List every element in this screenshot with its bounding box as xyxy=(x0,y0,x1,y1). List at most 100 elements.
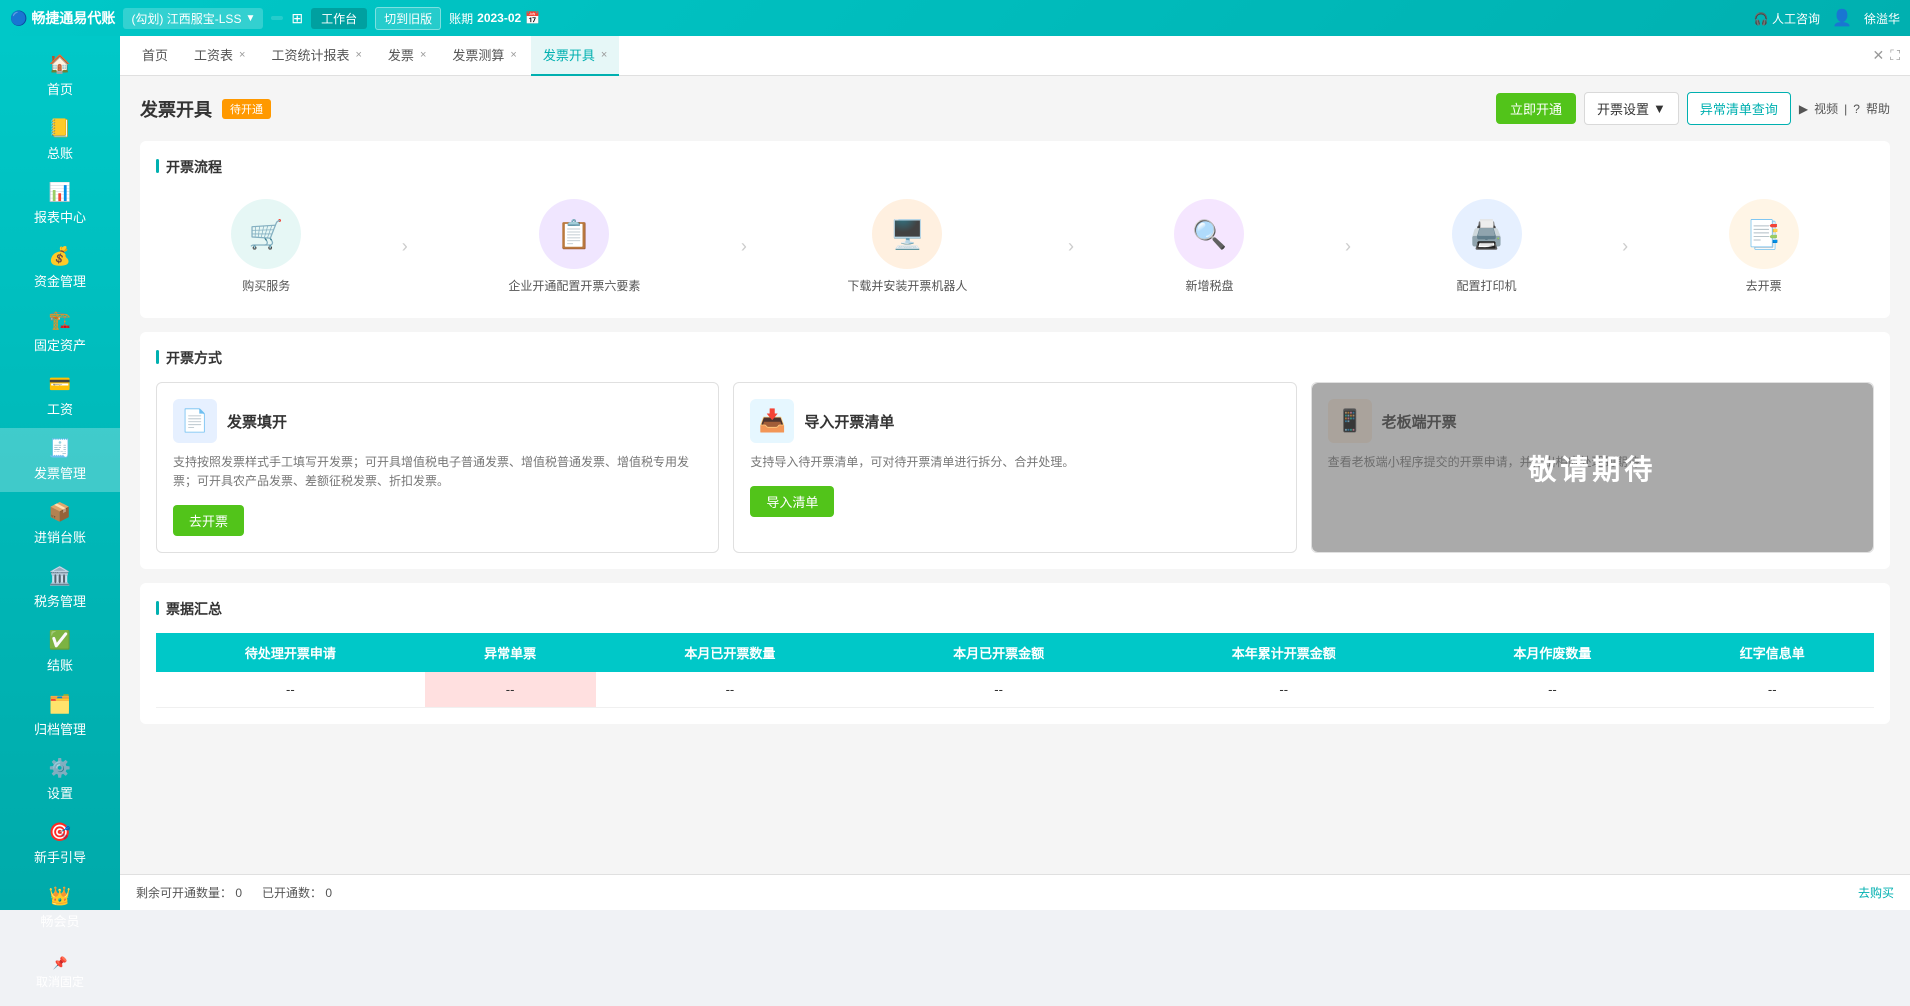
tab-close-invoice[interactable]: × xyxy=(420,49,426,61)
step-add-taxbox[interactable]: 🔍 新增税盘 xyxy=(1174,199,1244,294)
settings-dropdown-icon: ▼ xyxy=(1653,101,1666,116)
tab-salary-report[interactable]: 工资统计报表 × xyxy=(259,36,373,76)
step-label-issue-invoice: 去开票 xyxy=(1746,277,1782,294)
sidebar-label-salary: 工资 xyxy=(47,399,73,418)
sidebar-item-reports[interactable]: 📊 报表中心 xyxy=(0,172,120,236)
logo-icon: 🔵 xyxy=(10,10,27,27)
sidebar-item-archive[interactable]: 🗂️ 归档管理 xyxy=(0,684,120,748)
process-section: 开票流程 🛒 购买服务 › 📋 企业开通配置开票六要素 › 🖥️ 下载并安装开票… xyxy=(140,141,1890,318)
abnormal-query-button[interactable]: 异常清单查询 xyxy=(1687,92,1791,125)
step-icon-enterprise-setup: 📋 xyxy=(539,199,609,269)
sidebar-item-new-guide[interactable]: 🎯 新手引导 xyxy=(0,812,120,876)
open-now-button[interactable]: 立即开通 xyxy=(1496,93,1576,124)
help-label[interactable]: 帮助 xyxy=(1866,100,1890,117)
copy-button[interactable] xyxy=(271,16,283,20)
video-icon: ▶ xyxy=(1799,102,1808,116)
summary-cell-1: -- xyxy=(425,672,596,708)
step-buy-service[interactable]: 🛒 购买服务 xyxy=(231,199,301,294)
copy-icon[interactable]: ⊞ xyxy=(291,10,303,27)
oldver-button[interactable]: 切到旧版 xyxy=(375,7,441,30)
sidebar-pin-item[interactable]: 📌 取消固定 xyxy=(0,948,120,998)
step-icon-download-robot: 🖥️ xyxy=(872,199,942,269)
summary-cell-5: -- xyxy=(1434,672,1670,708)
company-dropdown-icon: ▼ xyxy=(245,13,255,24)
step-arrow-2: › xyxy=(1068,236,1074,257)
opened-value: 0 xyxy=(325,886,332,900)
sidebar-item-salary[interactable]: 💳 工资 xyxy=(0,364,120,428)
sidebar-item-general-ledger[interactable]: 📒 总账 xyxy=(0,108,120,172)
step-issue-invoice[interactable]: 📑 去开票 xyxy=(1729,199,1799,294)
sidebar-item-home[interactable]: 🏠 首页 xyxy=(0,44,120,108)
sidebar-label-fixed-assets: 固定资产 xyxy=(34,335,86,354)
fixed-assets-icon: 🏗️ xyxy=(49,310,71,331)
help-row: ▶ 视频 | ? 帮助 xyxy=(1799,100,1890,117)
page-content: 发票开具 待开通 立即开通 开票设置 ▼ 异常清单查询 ▶ 视频 | ? xyxy=(120,76,1910,874)
summary-col-1: 异常单票 xyxy=(425,633,596,672)
user-name: 徐溢华 xyxy=(1864,10,1900,27)
close-all-icon[interactable]: ✕ xyxy=(1872,47,1884,64)
step-download-robot[interactable]: 🖥️ 下载并安装开票机器人 xyxy=(847,199,967,294)
sidebar-item-invoice-mgmt[interactable]: 🧾 发票管理 xyxy=(0,428,120,492)
tab-invoice-calc[interactable]: 发票测算 × xyxy=(440,36,528,76)
sidebar-item-settlement[interactable]: ✅ 结账 xyxy=(0,620,120,684)
method-title-manual: 发票填开 xyxy=(227,411,287,432)
step-arrow-3: › xyxy=(1345,236,1351,257)
tab-invoice-tool[interactable]: 发票开具× xyxy=(531,36,619,76)
home-icon: 🏠 xyxy=(49,54,71,75)
method-overlay-boss: 敬请期待 xyxy=(1312,383,1873,552)
tab-label-invoice-calc: 发票测算 xyxy=(452,45,504,64)
tab-close-invoice-tool[interactable]: × xyxy=(601,49,607,61)
expand-icon[interactable]: ⛶ xyxy=(1890,47,1900,64)
step-enterprise-setup[interactable]: 📋 企业开通配置开票六要素 xyxy=(508,199,640,294)
settings-button[interactable]: 开票设置 ▼ xyxy=(1584,92,1679,125)
bottom-bar: 剩余可开通数量： 0 已开通数： 0 去购买 xyxy=(120,874,1910,910)
new-guide-icon: 🎯 xyxy=(49,822,71,843)
sidebar-item-member[interactable]: 👑 畅会员 xyxy=(0,876,120,940)
tab-close-invoice-calc[interactable]: × xyxy=(510,49,516,61)
sidebar: 🏠 首页 📒 总账 📊 报表中心 💰 资金管理 🏗️ 固定资产 💳 工资 🧾 发… xyxy=(0,36,120,910)
tab-home[interactable]: 首页 xyxy=(130,36,180,76)
sidebar-label-home: 首页 xyxy=(47,79,73,98)
sidebar-item-settings[interactable]: ⚙️ 设置 xyxy=(0,748,120,812)
method-btn-import[interactable]: 导入清单 xyxy=(750,486,834,517)
top-bar-right: 🎧 人工咨询 👤 徐溢华 xyxy=(1754,8,1900,28)
help-icon: ? xyxy=(1853,102,1860,116)
sidebar-item-funds[interactable]: 💰 资金管理 xyxy=(0,236,120,300)
sidebar-label-reports: 报表中心 xyxy=(34,207,86,226)
view-label[interactable]: 视频 xyxy=(1814,100,1838,117)
workspace-button[interactable]: 工作台 xyxy=(311,8,367,29)
pin-icon: 📌 xyxy=(53,956,68,970)
tab-invoice[interactable]: 发票 × xyxy=(376,36,438,76)
tab-close-salary[interactable]: × xyxy=(239,49,245,61)
step-icon-add-taxbox: 🔍 xyxy=(1174,199,1244,269)
tab-label-salary-report: 工资统计报表 xyxy=(271,45,349,64)
tab-label-invoice: 发票 xyxy=(388,45,414,64)
support-link[interactable]: 🎧 人工咨询 xyxy=(1754,10,1820,27)
method-icon-import: 📥 xyxy=(750,399,794,443)
sidebar-item-fixed-assets[interactable]: 🏗️ 固定资产 xyxy=(0,300,120,364)
archive-icon: 🗂️ xyxy=(49,694,71,715)
method-btn-manual[interactable]: 去开票 xyxy=(173,505,244,536)
tab-close-salary-report[interactable]: × xyxy=(355,49,361,61)
tab-controls: ✕ ⛶ xyxy=(1872,47,1900,64)
member-icon: 👑 xyxy=(49,886,71,907)
buy-link[interactable]: 去购买 xyxy=(1858,884,1894,901)
period-icon[interactable]: 📅 xyxy=(525,11,540,25)
sidebar-label-purchase-sales: 进销台账 xyxy=(34,527,86,546)
step-arrow-4: › xyxy=(1622,236,1628,257)
process-section-title: 开票流程 xyxy=(156,157,1874,177)
tab-label-salary: 工资表 xyxy=(194,45,233,64)
tab-salary[interactable]: 工资表 × xyxy=(182,36,257,76)
summary-col-2: 本月已开票数量 xyxy=(596,633,865,672)
sidebar-item-tax-mgmt[interactable]: 🏛️ 税务管理 xyxy=(0,556,120,620)
summary-col-0: 待处理开票申请 xyxy=(156,633,425,672)
step-icon-buy-service: 🛒 xyxy=(231,199,301,269)
company-selector[interactable]: (勾划) 江西服宝-LSS ▼ xyxy=(123,8,263,29)
settlement-icon: ✅ xyxy=(49,630,71,651)
step-config-printer[interactable]: 🖨️ 配置打印机 xyxy=(1452,199,1522,294)
sidebar-item-purchase-sales[interactable]: 📦 进销台账 xyxy=(0,492,120,556)
sidebar-label-settlement: 结账 xyxy=(47,655,73,674)
summary-section-title: 票据汇总 xyxy=(156,599,1874,619)
step-arrow-0: › xyxy=(402,236,408,257)
page-header: 发票开具 待开通 立即开通 开票设置 ▼ 异常清单查询 ▶ 视频 | ? xyxy=(140,92,1890,125)
